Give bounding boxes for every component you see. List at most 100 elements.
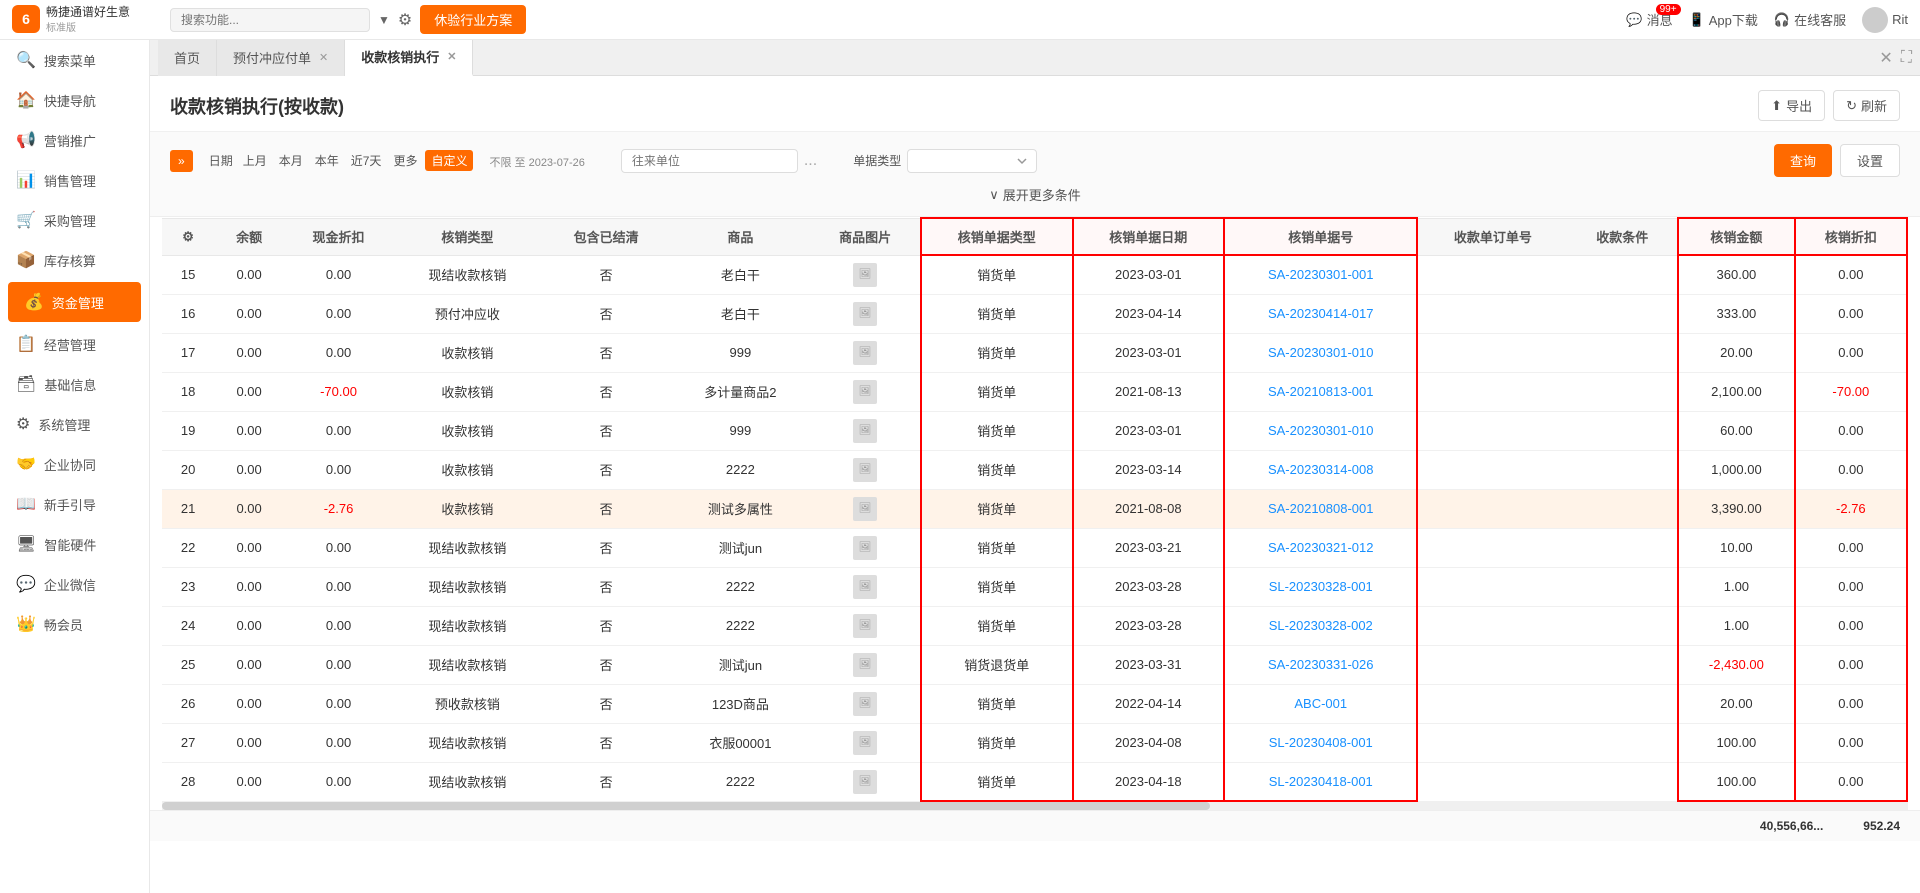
td-bill-type: 销货单 <box>921 411 1073 450</box>
bill-no-link[interactable]: SA-20230314-008 <box>1268 462 1374 477</box>
bill-no-link[interactable]: SA-20230301-010 <box>1268 423 1374 438</box>
sidebar-item-sales[interactable]: 📊 销售管理 <box>0 160 149 200</box>
table-scroll-thumb <box>162 802 1210 810</box>
sidebar-item-system[interactable]: ⚙ 系统管理 <box>0 404 149 444</box>
td-included: 否 <box>542 255 671 294</box>
top-search-input[interactable] <box>170 8 370 32</box>
td-discount: 0.00 <box>1795 606 1907 645</box>
sidebar-item-purchase[interactable]: 🛒 采购管理 <box>0 200 149 240</box>
sidebar-item-nav[interactable]: 🏠 快捷导航 <box>0 80 149 120</box>
bill-no-link[interactable]: SL-20230418-001 <box>1269 774 1373 789</box>
td-receipt-condition <box>1567 723 1678 762</box>
filter-expand-btn[interactable]: » <box>170 150 193 172</box>
unit-filter-group: ... <box>621 149 817 173</box>
tab-receipt-close[interactable]: ✕ <box>447 50 456 63</box>
unit-dots-btn[interactable]: ... <box>804 152 817 170</box>
td-amount: 100.00 <box>1678 723 1795 762</box>
sidebar-item-marketing[interactable]: 📢 营销推广 <box>0 120 149 160</box>
td-type: 收款核销 <box>393 489 542 528</box>
bill-no-link[interactable]: SA-20230301-001 <box>1268 267 1374 282</box>
tab-prepay-close[interactable]: ✕ <box>319 51 328 64</box>
bill-no-link[interactable]: SA-20210813-001 <box>1268 384 1374 399</box>
td-discount: 0.00 <box>1795 684 1907 723</box>
type-filter-group: 单据类型 <box>853 149 1037 173</box>
refresh-btn[interactable]: ↻ 刷新 <box>1833 90 1900 121</box>
td-receipt-order <box>1417 645 1567 684</box>
notification-btn[interactable]: 💬 消息 99+ <box>1626 10 1672 29</box>
sidebar-item-operation[interactable]: 📋 经营管理 <box>0 324 149 364</box>
sidebar-item-funds[interactable]: 💰 资金管理 <box>8 282 141 322</box>
td-goods: 测试多属性 <box>671 489 811 528</box>
bill-no-link[interactable]: SL-20230328-001 <box>1269 579 1373 594</box>
table-scroll-bar[interactable] <box>162 802 1908 810</box>
expand-more-btn[interactable]: ∨ 展开更多条件 <box>170 185 1900 204</box>
date-more[interactable]: 更多 <box>389 150 421 171</box>
table-row: 20 0.00 0.00 收款核销 否 2222 🖼 销货单 2023-03-1… <box>162 450 1907 489</box>
sidebar-label-purchase: 采购管理 <box>44 211 96 230</box>
date-last-month[interactable]: 上月 <box>239 150 271 171</box>
tab-home[interactable]: 首页 <box>158 40 217 76</box>
bill-no-link[interactable]: ABC-001 <box>1294 696 1347 711</box>
bill-no-link[interactable]: SA-20230414-017 <box>1268 306 1374 321</box>
td-discount: 0.00 <box>1795 762 1907 801</box>
td-discount: 0.00 <box>1795 411 1907 450</box>
td-bill-type: 销货单 <box>921 723 1073 762</box>
sidebar-item-wechat[interactable]: 💬 企业微信 <box>0 564 149 604</box>
user-info[interactable]: Rit <box>1862 7 1908 33</box>
td-goods-img: 🖼 <box>810 294 921 333</box>
settings-icon-btn[interactable]: ⚙ <box>398 10 412 30</box>
logo-icon: 6 <box>12 5 40 33</box>
export-btn[interactable]: ⬆ 导出 <box>1758 90 1825 121</box>
date-custom[interactable]: 自定义 <box>425 150 473 171</box>
td-bill-type: 销货单 <box>921 255 1073 294</box>
sidebar-item-enterprise[interactable]: 🤝 企业协同 <box>0 444 149 484</box>
tab-minimize-btn[interactable]: ✕ <box>1879 48 1892 68</box>
td-goods-img: 🖼 <box>810 372 921 411</box>
bill-no-link[interactable]: SA-20230331-026 <box>1268 657 1374 672</box>
type-select[interactable] <box>907 149 1037 173</box>
th-amount: 核销金额 <box>1678 218 1795 255</box>
date-this-month[interactable]: 本月 <box>275 150 307 171</box>
td-discount: 0.00 <box>1795 645 1907 684</box>
sidebar-item-hardware[interactable]: 🖥 智能硬件 <box>0 524 149 564</box>
date-this-year[interactable]: 本年 <box>311 150 343 171</box>
td-bill-no: SL-20230408-001 <box>1224 723 1417 762</box>
th-settings[interactable]: ⚙ <box>162 218 214 255</box>
table-row: 15 0.00 0.00 现结收款核销 否 老白干 🖼 销货单 2023-03-… <box>162 255 1907 294</box>
bill-no-link[interactable]: SL-20230408-001 <box>1269 735 1373 750</box>
sidebar-item-guide[interactable]: 📖 新手引导 <box>0 484 149 524</box>
tab-receipt[interactable]: 收款核销执行 ✕ <box>345 40 473 76</box>
td-receipt-condition <box>1567 684 1678 723</box>
td-goods: 老白干 <box>671 294 811 333</box>
sidebar-item-inventory[interactable]: 📦 库存核算 <box>0 240 149 280</box>
tab-expand-btn[interactable]: ⛶ <box>1901 49 1912 67</box>
sidebar-item-basic[interactable]: 🗃 基础信息 <box>0 364 149 404</box>
sidebar-label-enterprise: 企业协同 <box>44 455 96 474</box>
bill-no-link[interactable]: SA-20210808-001 <box>1268 501 1374 516</box>
td-type: 现结收款核销 <box>393 606 542 645</box>
sidebar-item-member[interactable]: 👑 畅会员 <box>0 604 149 644</box>
td-cash-discount: 0.00 <box>284 723 393 762</box>
td-cash-discount: 0.00 <box>284 411 393 450</box>
table-setting-btn[interactable]: 设置 <box>1840 144 1900 177</box>
bill-no-link[interactable]: SL-20230328-002 <box>1269 618 1373 633</box>
td-type: 收款核销 <box>393 333 542 372</box>
bill-no-link[interactable]: SA-20230301-010 <box>1268 345 1374 360</box>
filter-row: » 日期 上月 本月 本年 近7天 更多 自定义 不限 至 20 <box>170 144 1900 177</box>
industry-solution-btn[interactable]: 休验行业方案 <box>420 5 526 34</box>
td-receipt-condition <box>1567 333 1678 372</box>
refresh-label: 刷新 <box>1861 96 1887 115</box>
date-7days[interactable]: 近7天 <box>347 150 386 171</box>
tab-prepay[interactable]: 预付冲应付单 ✕ <box>217 40 345 76</box>
top-dropdown-btn[interactable]: ▼ <box>378 13 390 27</box>
td-amount: -2,430.00 <box>1678 645 1795 684</box>
sidebar-item-search[interactable]: 🔍 搜索菜单 <box>0 40 149 80</box>
query-btn[interactable]: 查询 <box>1774 144 1832 177</box>
app-download-btn[interactable]: 📱 App下载 <box>1689 10 1758 29</box>
unit-input[interactable] <box>621 149 798 173</box>
td-bill-no: SA-20230301-010 <box>1224 333 1417 372</box>
td-receipt-condition <box>1567 411 1678 450</box>
bill-no-link[interactable]: SA-20230321-012 <box>1268 540 1374 555</box>
online-service-btn[interactable]: 🎧 在线客服 <box>1774 10 1846 29</box>
td-bill-no: ABC-001 <box>1224 684 1417 723</box>
